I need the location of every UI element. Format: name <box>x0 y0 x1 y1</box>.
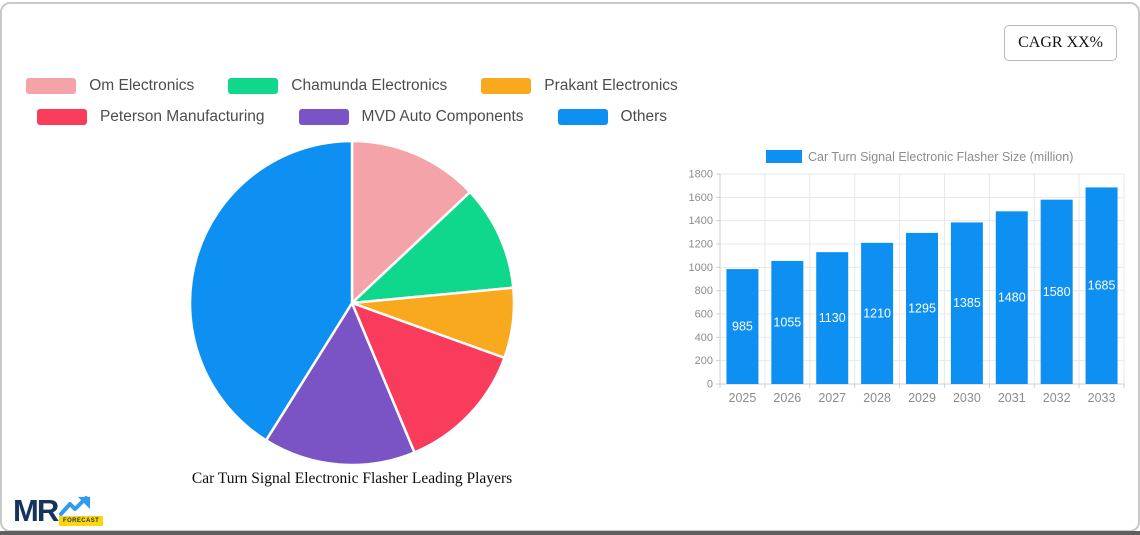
legend-swatch <box>36 109 87 125</box>
y-tick-label: 400 <box>695 332 713 344</box>
legend-swatch <box>298 109 349 125</box>
legend-label: Peterson Manufacturing <box>99 108 265 125</box>
legend-label: MVD Auto Components <box>361 108 524 125</box>
bar-value-label: 1580 <box>1043 285 1071 299</box>
bar-value-label: 1055 <box>773 315 801 329</box>
cagr-badge: CAGR XX% <box>1004 25 1117 61</box>
legend-swatch <box>557 109 608 125</box>
y-tick-label: 1800 <box>689 169 713 181</box>
bar-value-label: 1210 <box>863 306 891 320</box>
legend-item-om-electronics[interactable]: Om Electronics <box>26 77 194 95</box>
bar-legend-item[interactable]: Car Turn Signal Electronic Flasher Size … <box>766 150 1073 164</box>
pie-legend: Om Electronics Chamunda Electronics Prakan… <box>2 77 702 126</box>
bar-legend-label: Car Turn Signal Electronic Flasher Size … <box>808 150 1073 164</box>
legend-swatch <box>228 78 279 94</box>
x-category-label: 2031 <box>998 391 1026 405</box>
bar-value-label: 1130 <box>819 311 846 325</box>
bar-chart: Car Turn Signal Electronic Flasher Size … <box>682 144 1140 416</box>
x-category-label: 2032 <box>1043 391 1071 405</box>
brand-logo: MR FORECAST <box>13 493 104 529</box>
report-card: CAGR XX% Om Electronics Chamunda Electron… <box>0 2 1140 532</box>
pie-chart <box>187 138 517 468</box>
pie-legend-row: Peterson Manufacturing MVD Auto Component… <box>36 108 668 126</box>
bar-value-label: 1685 <box>1088 279 1116 293</box>
y-tick-label: 200 <box>695 355 713 367</box>
logo-brand-text: MR <box>13 493 59 528</box>
legend-item-peterson-manufacturing[interactable]: Peterson Manufacturing <box>36 108 265 126</box>
legend-item-mvd-auto-components[interactable]: MVD Auto Components <box>298 108 524 126</box>
bar-chart-svg: Car Turn Signal Electronic Flasher Size … <box>689 150 1125 405</box>
legend-item-prakant-electronics[interactable]: Prakant Electronics <box>481 77 678 95</box>
x-category-label: 2028 <box>863 391 891 405</box>
bar-value-label: 1295 <box>908 301 936 315</box>
bar-value-label: 1385 <box>953 296 981 310</box>
legend-label: Others <box>620 108 668 125</box>
x-category-label: 2030 <box>953 391 981 405</box>
logo-badge-text: FORECAST <box>59 516 104 526</box>
y-tick-label: 800 <box>695 285 713 297</box>
y-tick-label: 1400 <box>689 215 713 227</box>
trend-arrow-icon <box>59 496 90 516</box>
x-category-label: 2029 <box>908 391 936 405</box>
legend-swatch <box>481 78 532 94</box>
y-tick-label: 0 <box>707 379 713 391</box>
x-category-label: 2033 <box>1088 391 1116 405</box>
window-bottom-edge <box>0 531 1140 535</box>
legend-label: Om Electronics <box>89 77 195 94</box>
cagr-label: CAGR XX% <box>1018 34 1103 51</box>
x-category-label: 2027 <box>818 391 846 405</box>
bar-value-label: 1480 <box>998 291 1026 305</box>
pie-legend-row: Om Electronics Chamunda Electronics Prakan… <box>26 77 678 95</box>
pie-chart-svg <box>188 139 516 467</box>
y-tick-label: 1000 <box>689 262 713 274</box>
report-image: CAGR XX% Om Electronics Chamunda Electron… <box>0 0 1140 535</box>
bar-value-label: 985 <box>732 320 753 334</box>
x-category-label: 2026 <box>773 391 801 405</box>
legend-item-chamunda-electronics[interactable]: Chamunda Electronics <box>228 77 447 95</box>
y-tick-label: 1200 <box>689 239 713 251</box>
x-category-label: 2025 <box>729 391 757 405</box>
legend-label: Chamunda Electronics <box>291 77 448 94</box>
legend-swatch <box>26 78 77 94</box>
pie-chart-title: Car Turn Signal Electronic Flasher Leadi… <box>191 470 513 487</box>
legend-item-others[interactable]: Others <box>557 108 668 126</box>
bar-legend-swatch <box>766 150 802 163</box>
y-tick-label: 1600 <box>689 192 713 204</box>
y-tick-label: 600 <box>695 309 713 321</box>
legend-label: Prakant Electronics <box>544 77 678 94</box>
